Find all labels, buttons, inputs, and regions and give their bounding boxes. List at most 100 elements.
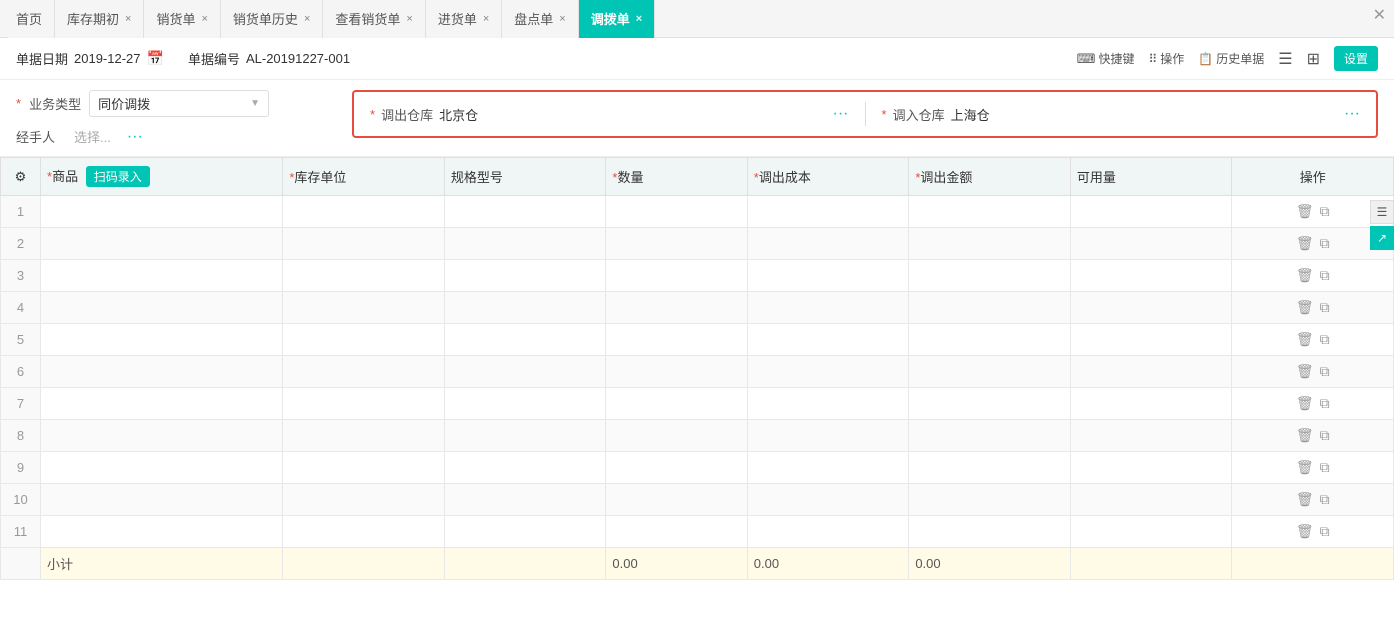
cell-unit[interactable] — [283, 484, 445, 516]
cell-spec[interactable] — [444, 228, 606, 260]
cell-amount[interactable] — [909, 324, 1071, 356]
tab-home[interactable]: 首页 — [8, 0, 55, 38]
cell-avail[interactable] — [1070, 420, 1232, 452]
copy-icon[interactable]: ⧉ — [1320, 235, 1330, 252]
cell-unit[interactable] — [283, 516, 445, 548]
cell-avail[interactable] — [1070, 484, 1232, 516]
cell-cost[interactable] — [747, 324, 909, 356]
th-gear[interactable]: ⚙ — [1, 158, 41, 196]
copy-icon[interactable]: ⧉ — [1320, 363, 1330, 380]
cell-avail[interactable] — [1070, 452, 1232, 484]
tab-sales-order[interactable]: 销货单 × — [144, 0, 220, 38]
person-placeholder[interactable]: 选择... — [74, 127, 111, 146]
copy-icon[interactable]: ⧉ — [1320, 427, 1330, 444]
shortcut-action[interactable]: ⌨ 快捷键 — [1077, 50, 1135, 67]
delete-icon[interactable]: 🗑 — [1296, 523, 1314, 540]
cell-amount[interactable] — [909, 388, 1071, 420]
sidebar-list-icon[interactable]: ☰ — [1370, 200, 1394, 224]
biz-type-select[interactable]: 同价调拨 ▼ — [89, 90, 269, 117]
cell-cost[interactable] — [747, 228, 909, 260]
cell-avail[interactable] — [1070, 228, 1232, 260]
tab-purchase-order-close[interactable]: × — [483, 13, 489, 25]
cell-unit[interactable] — [283, 356, 445, 388]
cell-qty[interactable] — [606, 228, 747, 260]
cell-avail[interactable] — [1070, 388, 1232, 420]
settings-button[interactable]: 设置 — [1334, 46, 1378, 71]
cell-spec[interactable] — [444, 292, 606, 324]
cell-qty[interactable] — [606, 484, 747, 516]
copy-icon[interactable]: ⧉ — [1320, 395, 1330, 412]
transfer-in-dots[interactable]: ··· — [1344, 105, 1360, 123]
cell-cost[interactable] — [747, 452, 909, 484]
copy-icon[interactable]: ⧉ — [1320, 299, 1330, 316]
cell-amount[interactable] — [909, 420, 1071, 452]
copy-icon[interactable]: ⧉ — [1320, 331, 1330, 348]
view-toggle-2[interactable]: ⊞ — [1307, 49, 1320, 69]
cell-spec[interactable] — [444, 388, 606, 420]
cell-avail[interactable] — [1070, 196, 1232, 228]
cell-goods[interactable] — [41, 356, 283, 388]
delete-icon[interactable]: 🗑 — [1296, 235, 1314, 252]
cell-amount[interactable] — [909, 292, 1071, 324]
cell-spec[interactable] — [444, 356, 606, 388]
person-dots[interactable]: ··· — [127, 128, 143, 146]
cell-spec[interactable] — [444, 324, 606, 356]
cell-goods[interactable] — [41, 228, 283, 260]
copy-icon[interactable]: ⧉ — [1320, 267, 1330, 284]
cell-avail[interactable] — [1070, 516, 1232, 548]
calendar-icon[interactable]: 📅 — [147, 50, 164, 67]
delete-icon[interactable]: 🗑 — [1296, 395, 1314, 412]
cell-goods[interactable] — [41, 292, 283, 324]
cell-goods[interactable] — [41, 324, 283, 356]
operation-action[interactable]: ⠿ 操作 — [1148, 50, 1184, 67]
cell-cost[interactable] — [747, 420, 909, 452]
cell-qty[interactable] — [606, 292, 747, 324]
cell-qty[interactable] — [606, 516, 747, 548]
cell-goods[interactable] — [41, 260, 283, 292]
cell-spec[interactable] — [444, 196, 606, 228]
tab-transfer-order[interactable]: 调拨单 × — [579, 0, 655, 38]
cell-spec[interactable] — [444, 484, 606, 516]
sidebar-expand-icon[interactable]: ↗ — [1370, 226, 1394, 250]
tab-inventory-count[interactable]: 盘点单 × — [502, 0, 578, 38]
cell-qty[interactable] — [606, 324, 747, 356]
cell-spec[interactable] — [444, 260, 606, 292]
tab-view-sales-close[interactable]: × — [406, 13, 412, 25]
cell-goods[interactable] — [41, 196, 283, 228]
cell-qty[interactable] — [606, 196, 747, 228]
cell-unit[interactable] — [283, 292, 445, 324]
tab-inventory-init[interactable]: 库存期初 × — [55, 0, 144, 38]
cell-amount[interactable] — [909, 196, 1071, 228]
scan-button[interactable]: 扫码录入 — [86, 166, 150, 187]
cell-cost[interactable] — [747, 292, 909, 324]
cell-amount[interactable] — [909, 452, 1071, 484]
cell-avail[interactable] — [1070, 292, 1232, 324]
delete-icon[interactable]: 🗑 — [1296, 331, 1314, 348]
tab-sales-history-close[interactable]: × — [304, 13, 310, 25]
window-close-icon[interactable]: ✕ — [1373, 8, 1386, 24]
cell-avail[interactable] — [1070, 324, 1232, 356]
view-toggle-1[interactable]: ☰ — [1278, 49, 1292, 69]
cell-avail[interactable] — [1070, 260, 1232, 292]
delete-icon[interactable]: 🗑 — [1296, 267, 1314, 284]
delete-icon[interactable]: 🗑 — [1296, 427, 1314, 444]
cell-goods[interactable] — [41, 420, 283, 452]
transfer-out-dots[interactable]: ··· — [833, 105, 849, 123]
cell-cost[interactable] — [747, 516, 909, 548]
tab-inventory-count-close[interactable]: × — [559, 13, 565, 25]
cell-qty[interactable] — [606, 260, 747, 292]
cell-qty[interactable] — [606, 420, 747, 452]
delete-icon[interactable]: 🗑 — [1296, 203, 1314, 220]
cell-spec[interactable] — [444, 452, 606, 484]
cell-unit[interactable] — [283, 452, 445, 484]
history-action[interactable]: 📋 历史单据 — [1198, 50, 1264, 67]
tab-sales-order-close[interactable]: × — [201, 13, 207, 25]
tab-transfer-order-close[interactable]: × — [636, 13, 642, 25]
cell-avail[interactable] — [1070, 356, 1232, 388]
cell-cost[interactable] — [747, 388, 909, 420]
cell-cost[interactable] — [747, 260, 909, 292]
cell-goods[interactable] — [41, 452, 283, 484]
cell-unit[interactable] — [283, 260, 445, 292]
cell-amount[interactable] — [909, 484, 1071, 516]
delete-icon[interactable]: 🗑 — [1296, 363, 1314, 380]
